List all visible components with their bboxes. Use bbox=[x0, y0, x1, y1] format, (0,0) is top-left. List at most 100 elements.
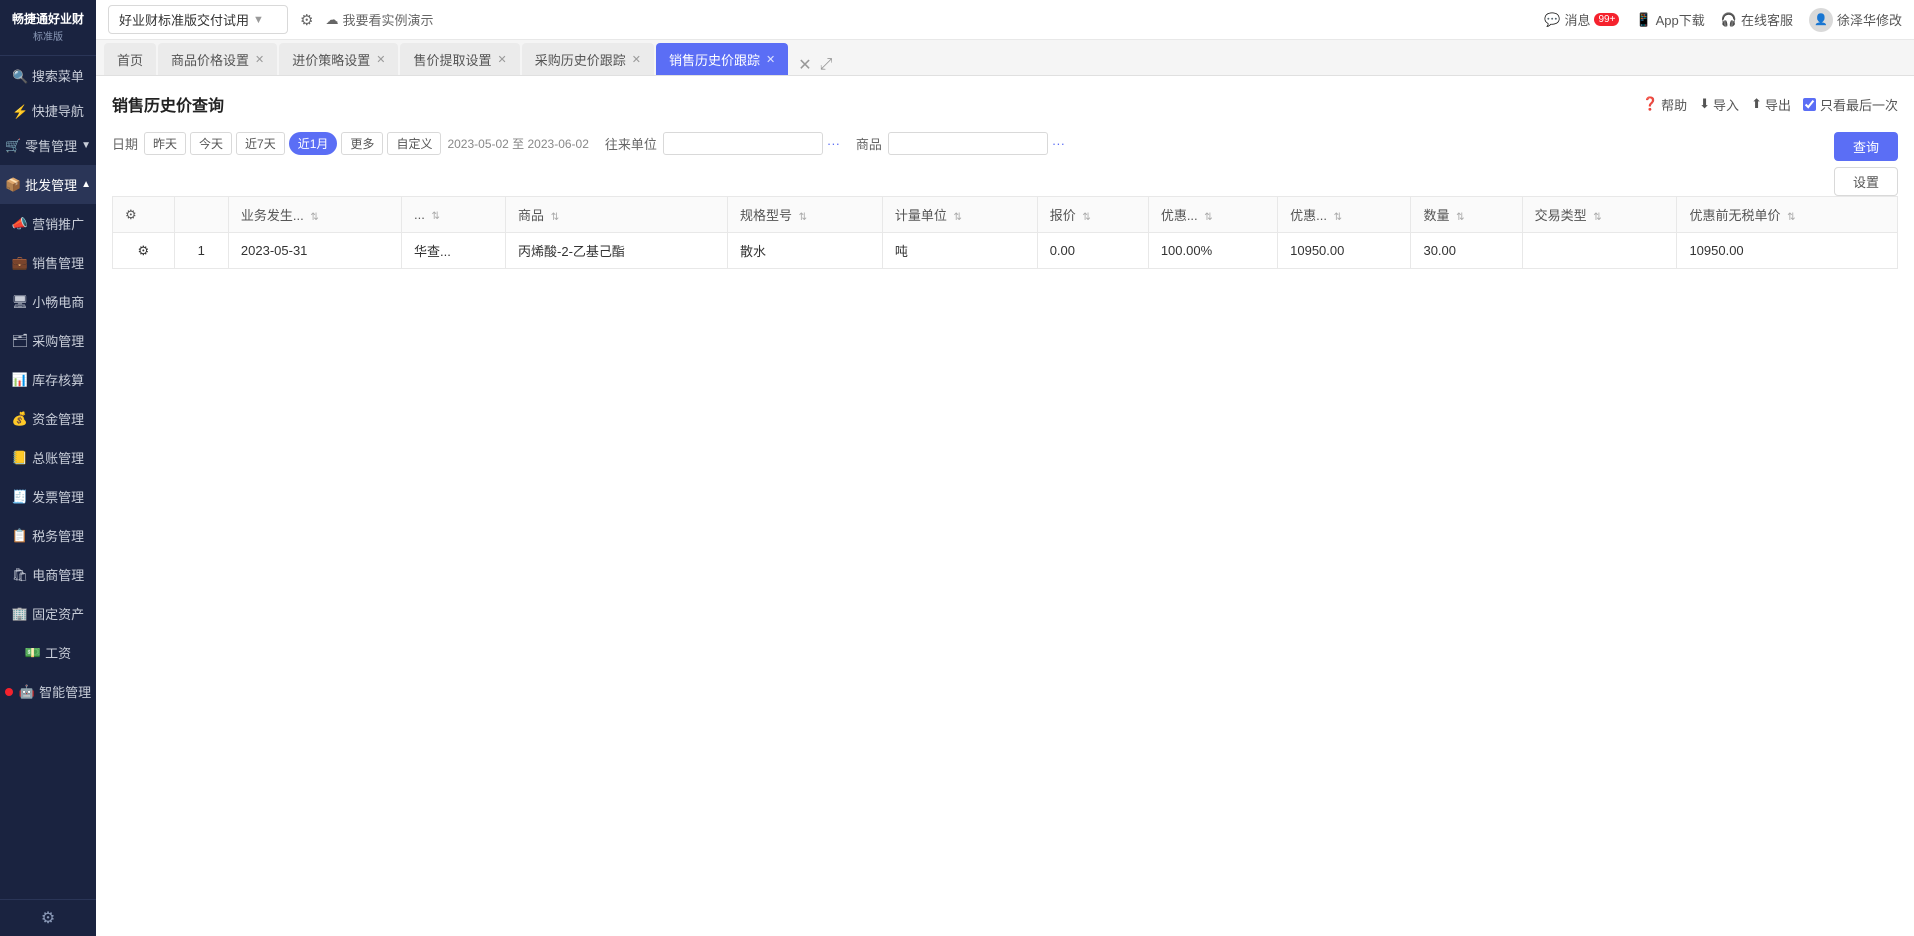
import-link[interactable]: ⬇ 导入 bbox=[1699, 95, 1739, 114]
source-more-icon[interactable]: ··· bbox=[827, 136, 840, 151]
tab-price-setting[interactable]: 商品价格设置 ✕ bbox=[158, 43, 277, 75]
col-quote[interactable]: 报价 ⇅ bbox=[1037, 197, 1148, 233]
sidebar-item-smart-mgmt[interactable]: 🤖 智能管理 bbox=[0, 672, 96, 711]
sort-icon: ⇅ bbox=[310, 212, 318, 223]
message-icon: 💬 bbox=[1544, 12, 1560, 28]
sidebar-item-fixed-assets[interactable]: 🏢 固定资产 bbox=[0, 594, 96, 633]
user-profile[interactable]: 👤 徐泽华修改 bbox=[1809, 8, 1902, 32]
date-btn-custom[interactable]: 自定义 bbox=[387, 132, 441, 155]
date-btn-more[interactable]: 更多 bbox=[341, 132, 383, 155]
filter-main: 日期 昨天 今天 近7天 近1月 更多 自定义 2023-05-02 至 202… bbox=[112, 132, 1834, 171]
topbar-demo-link[interactable]: ☁ 我要看实例演示 bbox=[325, 10, 433, 29]
sort-icon: ⇅ bbox=[1456, 212, 1464, 223]
table-row[interactable]: ⚙ 1 2023-05-31 华查... 丙烯酸-2-乙基己酯 散水 吨 0.0… bbox=[113, 233, 1898, 269]
col-qty[interactable]: 数量 ⇅ bbox=[1411, 197, 1522, 233]
close-icon[interactable]: ✕ bbox=[766, 53, 775, 66]
only-last-input[interactable] bbox=[1803, 98, 1816, 111]
invoice-icon: 🧾 bbox=[12, 489, 28, 505]
ecom-mgmt-icon: 🛍 bbox=[12, 567, 29, 583]
export-icon: ⬆ bbox=[1751, 96, 1762, 112]
date-btn-7days[interactable]: 近7天 bbox=[236, 132, 285, 155]
close-icon[interactable]: ✕ bbox=[632, 53, 641, 66]
product-more-icon[interactable]: ··· bbox=[1052, 136, 1065, 151]
setting-button[interactable]: 设置 bbox=[1834, 167, 1898, 196]
sidebar-item-label: 快捷导航 bbox=[32, 104, 84, 119]
tab-label: 售价提取设置 bbox=[413, 50, 491, 69]
sidebar-item-wholesale-mgmt[interactable]: 📦 批发管理 ▲ bbox=[0, 165, 96, 204]
tab-home[interactable]: 首页 bbox=[104, 43, 156, 75]
close-icon[interactable]: ✕ bbox=[376, 53, 385, 66]
sidebar-item-invoice-mgmt[interactable]: 🧾 发票管理 bbox=[0, 477, 96, 516]
sidebar-item-marketing[interactable]: 📣 营销推广 bbox=[0, 204, 96, 243]
product-input[interactable] bbox=[888, 132, 1048, 155]
product-label: 商品 bbox=[856, 134, 882, 153]
sidebar-item-retail-mgmt[interactable]: 🛒 零售管理 ▼ bbox=[0, 126, 96, 165]
app-download-button[interactable]: 📱 App下载 bbox=[1635, 10, 1704, 29]
col-gear[interactable]: ⚙ bbox=[113, 197, 175, 233]
filter-area: 日期 昨天 今天 近7天 近1月 更多 自定义 2023-05-02 至 202… bbox=[112, 132, 1898, 196]
col-product[interactable]: 商品 ⇅ bbox=[506, 197, 728, 233]
topbar-settings-icon[interactable]: ⚙ bbox=[296, 7, 317, 33]
headset-icon: 🎧 bbox=[1721, 12, 1737, 28]
col-no-tax-price[interactable]: 优惠前无税单价 ⇅ bbox=[1677, 197, 1898, 233]
sidebar-item-quick-nav[interactable]: ⚡ 快捷导航 bbox=[0, 91, 96, 126]
sort-icon: ⇅ bbox=[551, 212, 559, 223]
tab-label: 销售历史价跟踪 bbox=[669, 50, 760, 69]
date-filter-group: 日期 昨天 今天 近7天 近1月 更多 自定义 2023-05-02 至 202… bbox=[112, 132, 589, 155]
company-selector[interactable]: 好业财标准版交付试用 ▼ bbox=[108, 5, 288, 34]
retail-icon: 🛒 bbox=[5, 138, 21, 154]
row-biz-date: 2023-05-31 bbox=[228, 233, 401, 269]
row-discount2: 10950.00 bbox=[1278, 233, 1411, 269]
row-qty: 30.00 bbox=[1411, 233, 1522, 269]
sidebar-item-payroll[interactable]: 💵 工资 bbox=[0, 633, 96, 672]
fixed-assets-icon: 🏢 bbox=[12, 606, 28, 622]
help-link[interactable]: ❓ 帮助 bbox=[1642, 95, 1687, 114]
col-spec[interactable]: 规格型号 ⇅ bbox=[727, 197, 882, 233]
sidebar-item-ledger-mgmt[interactable]: 📒 总账管理 bbox=[0, 438, 96, 477]
sidebar-item-inventory[interactable]: 📊 库存核算 bbox=[0, 360, 96, 399]
sidebar-item-label: 税务管理 bbox=[32, 526, 84, 545]
smart-icon: 🤖 bbox=[19, 684, 35, 700]
sidebar-item-ecom-mgmt[interactable]: 🛍 电商管理 bbox=[0, 555, 96, 594]
source-input[interactable] bbox=[663, 132, 823, 155]
col-biz-date[interactable]: 业务发生... ⇅ bbox=[228, 197, 401, 233]
date-btn-yesterday[interactable]: 昨天 bbox=[144, 132, 186, 155]
date-btn-1month[interactable]: 近1月 bbox=[289, 132, 338, 155]
tab-sale-price-extract[interactable]: 售价提取设置 ✕ bbox=[400, 43, 519, 75]
only-last-checkbox[interactable]: 只看最后一次 bbox=[1803, 95, 1898, 114]
tab-label: 商品价格设置 bbox=[171, 50, 249, 69]
chevron-down-icon: ▼ bbox=[253, 14, 264, 26]
tab-sale-history[interactable]: 销售历史价跟踪 ✕ bbox=[656, 43, 788, 75]
sidebar-item-label: 零售管理 bbox=[25, 136, 77, 155]
sidebar-item-sales-mgmt[interactable]: 💼 销售管理 bbox=[0, 243, 96, 282]
sidebar-item-ecommerce[interactable]: 🖥 小畅电商 bbox=[0, 282, 96, 321]
col-trade-type[interactable]: 交易类型 ⇅ bbox=[1522, 197, 1677, 233]
sidebar-item-capital-mgmt[interactable]: 💰 资金管理 bbox=[0, 399, 96, 438]
row-gear[interactable]: ⚙ bbox=[113, 233, 175, 269]
settings-icon[interactable]: ⚙ bbox=[41, 908, 55, 928]
product-input-group: ··· bbox=[888, 132, 1065, 155]
online-service-button[interactable]: 🎧 在线客服 bbox=[1721, 10, 1793, 29]
app-logo: 畅捷通好业财 标准版 bbox=[0, 0, 96, 56]
tab-purchase-strategy[interactable]: 进价策略设置 ✕ bbox=[279, 43, 398, 75]
col-more[interactable]: ... ⇅ bbox=[401, 197, 505, 233]
sidebar-item-tax-mgmt[interactable]: 📋 税务管理 bbox=[0, 516, 96, 555]
quick-nav-icon: ⚡ bbox=[12, 104, 28, 119]
query-button[interactable]: 查询 bbox=[1834, 132, 1898, 161]
tab-purchase-history[interactable]: 采购历史价跟踪 ✕ bbox=[522, 43, 654, 75]
sidebar-item-purchase-mgmt[interactable]: 🗂 采购管理 bbox=[0, 321, 96, 360]
close-icon[interactable]: ✕ bbox=[498, 53, 507, 66]
col-discount2[interactable]: 优惠... ⇅ bbox=[1278, 197, 1411, 233]
sidebar-item-search-menu[interactable]: 🔍 搜索菜单 bbox=[0, 56, 96, 91]
maximize-button[interactable]: ⤢ bbox=[816, 56, 837, 74]
col-unit[interactable]: 计量单位 ⇅ bbox=[882, 197, 1037, 233]
col-seq bbox=[174, 197, 228, 233]
close-window-button[interactable]: ✕ bbox=[794, 55, 815, 75]
col-discount1[interactable]: 优惠... ⇅ bbox=[1148, 197, 1277, 233]
row-seq: 1 bbox=[174, 233, 228, 269]
export-link[interactable]: ⬆ 导出 bbox=[1751, 95, 1791, 114]
message-button[interactable]: 💬 消息 99+ bbox=[1544, 10, 1619, 29]
date-btn-today[interactable]: 今天 bbox=[190, 132, 232, 155]
close-icon[interactable]: ✕ bbox=[255, 53, 264, 66]
sales-icon: 💼 bbox=[12, 255, 28, 271]
